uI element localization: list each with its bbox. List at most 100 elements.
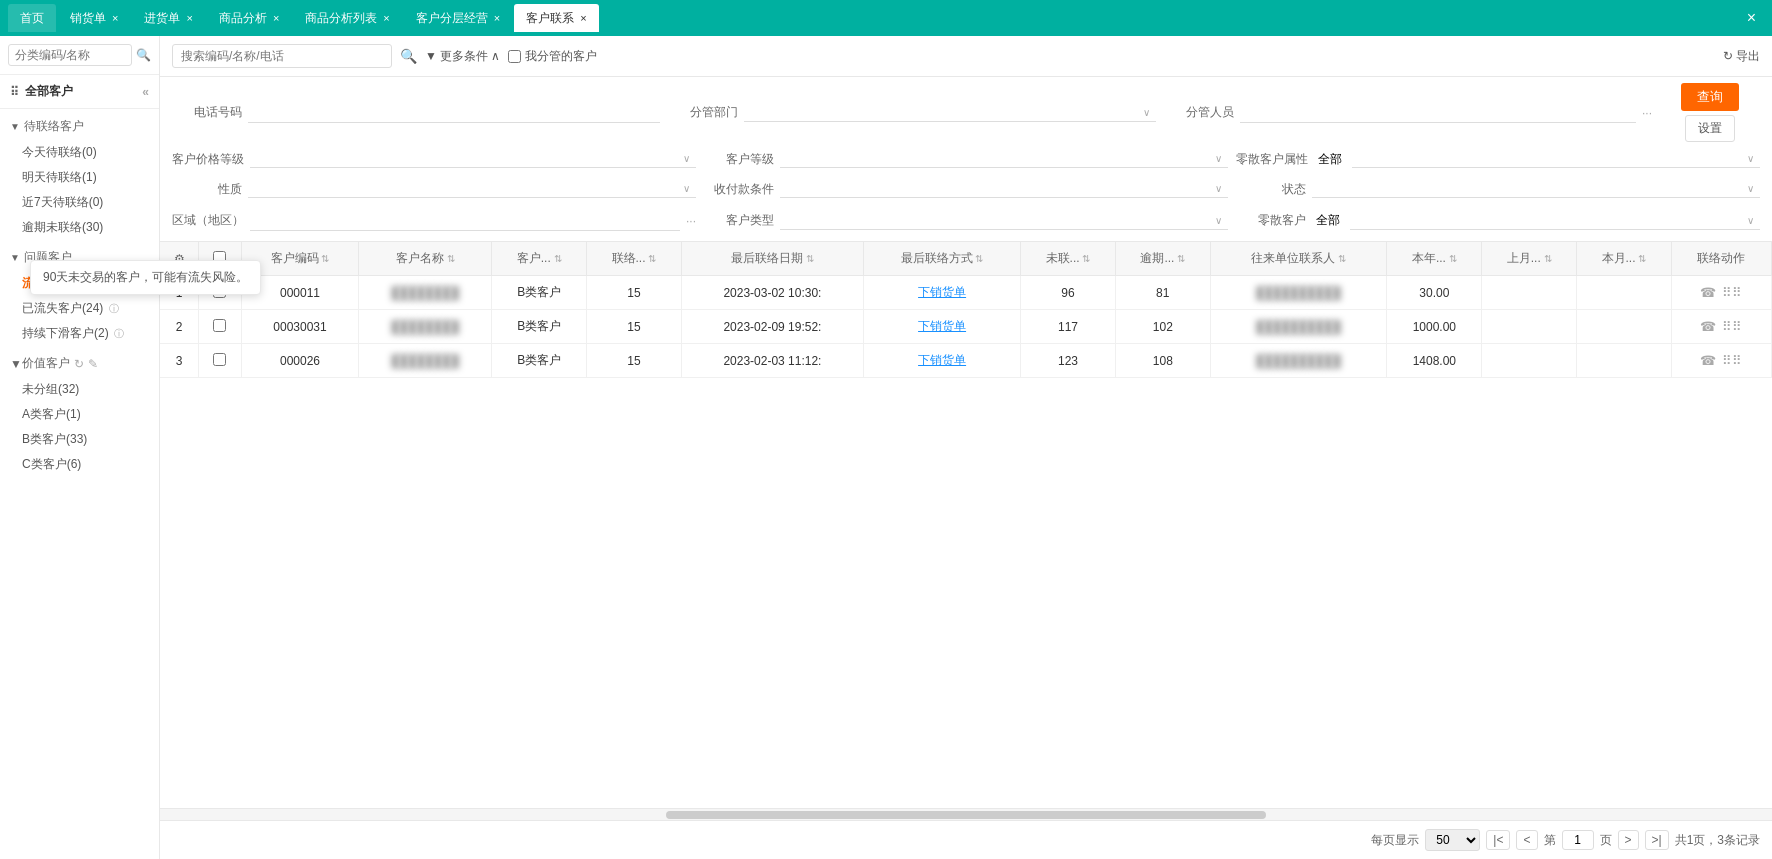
filter-retail-customer-select[interactable]: ∨: [1350, 212, 1760, 230]
first-page-button[interactable]: |<: [1486, 830, 1510, 850]
col-header-last-month[interactable]: 上月...: [1482, 242, 1577, 276]
col-header-customer-type[interactable]: 客户...: [492, 242, 587, 276]
row-checkbox[interactable]: [199, 344, 242, 378]
sidebar-search-input[interactable]: [8, 44, 132, 66]
row-contact-count: 15: [587, 310, 682, 344]
tab-sale-close[interactable]: ×: [112, 12, 118, 24]
main-layout: 🔍 ⠿ 全部客户 « ▼ 待联络客户 今天待联络(0) 明天待联络(1) 近7天…: [0, 36, 1772, 859]
export-button[interactable]: ↻ 导出: [1723, 48, 1760, 65]
page-unit: 页: [1600, 832, 1612, 849]
tab-customer-contact-close[interactable]: ×: [580, 12, 586, 24]
filter-manager-input[interactable]: [1240, 102, 1636, 123]
filter-price-level-field: 客户价格等级 ∨: [172, 146, 696, 172]
chevron-down-icon7: ∨: [1747, 183, 1754, 194]
filter-gender-label: 性质: [172, 181, 242, 198]
col-header-name[interactable]: 客户名称: [359, 242, 492, 276]
sidebar-item-tomorrow[interactable]: 明天待联络(1): [0, 165, 159, 190]
sidebar-item-ungrouped[interactable]: 未分组(32): [0, 377, 159, 402]
row-contact-person: ██████████: [1210, 310, 1387, 344]
filter-price-level-select[interactable]: ∨: [250, 150, 696, 168]
filter-customer-type-field: 客户类型 ∨: [704, 208, 1228, 234]
filter-retail-customer-label: 零散客户: [1236, 212, 1306, 229]
tab-customer-layer[interactable]: 客户分层经营 ×: [404, 4, 512, 32]
page-input[interactable]: [1562, 830, 1594, 850]
last-page-button[interactable]: >|: [1645, 830, 1669, 850]
filter-region-dots[interactable]: ···: [686, 214, 696, 228]
col-header-overdue[interactable]: 逾期...: [1115, 242, 1210, 276]
filter-manager-dots[interactable]: ···: [1642, 106, 1652, 120]
filter-retail-attr-select[interactable]: ∨: [1352, 150, 1760, 168]
filter-search-button[interactable]: 🔍: [400, 48, 417, 64]
col-header-contact-person[interactable]: 往来单位联系人: [1210, 242, 1387, 276]
tab-customer-contact[interactable]: 客户联系 ×: [514, 4, 598, 32]
sidebar-item-a-class[interactable]: A类客户(1): [0, 402, 159, 427]
edit-icon[interactable]: ✎: [88, 357, 98, 371]
col-header-days-no-contact[interactable]: 未联...: [1021, 242, 1116, 276]
horizontal-scrollbar[interactable]: [160, 808, 1772, 820]
sidebar-all-customers[interactable]: ⠿ 全部客户 «: [0, 75, 159, 109]
filter-gender-select[interactable]: ∨: [248, 180, 696, 198]
tab-purchase[interactable]: 进货单 ×: [132, 4, 204, 32]
col-header-contact-count[interactable]: 联络...: [587, 242, 682, 276]
filter-retail-customer-field: 零散客户 全部 ∨: [1236, 208, 1760, 234]
filter-customer-type-label: 客户类型: [704, 212, 774, 229]
col-header-this-year[interactable]: 本年...: [1387, 242, 1482, 276]
sidebar-item-churned[interactable]: 已流失客户(24) ⓘ: [0, 296, 159, 321]
filter-phone-input[interactable]: [248, 102, 660, 123]
filter-status-select[interactable]: ∨: [1312, 180, 1760, 198]
tab-home[interactable]: 首页: [8, 4, 56, 32]
filter-dept-select[interactable]: ∨: [744, 104, 1156, 122]
sidebar-item-b-class[interactable]: B类客户(33): [0, 427, 159, 452]
sidebar-item-overdue[interactable]: 逾期未联络(30): [0, 215, 159, 240]
group-value-title[interactable]: ▼ 价值客户 ↻ ✎: [0, 350, 159, 377]
sidebar-item-c-class[interactable]: C类客户(6): [0, 452, 159, 477]
filter-dept-field: 分管部门 ∨: [668, 100, 1156, 126]
tab-purchase-close[interactable]: ×: [186, 12, 192, 24]
sidebar-item-7days[interactable]: 近7天待联络(0): [0, 190, 159, 215]
filter-region-input[interactable]: [250, 210, 680, 231]
scroll-thumb: [666, 811, 1266, 819]
filter-retail-attr-label: 零散客户属性: [1236, 151, 1308, 168]
settings-button[interactable]: 设置: [1685, 115, 1735, 142]
row-name: ████████: [359, 276, 492, 310]
row-this-month: [1577, 344, 1672, 378]
query-button[interactable]: 查询: [1681, 83, 1739, 111]
row-days-no-contact: 123: [1021, 344, 1116, 378]
col-header-this-month[interactable]: 本月...: [1577, 242, 1672, 276]
sidebar-search-icon[interactable]: 🔍: [136, 48, 151, 62]
filter-payment-select[interactable]: ∨: [780, 180, 1228, 198]
row-name: ████████: [359, 344, 492, 378]
refresh-icon[interactable]: ↻: [74, 357, 84, 371]
tab-sale[interactable]: 销货单 ×: [58, 4, 130, 32]
tab-goods-list[interactable]: 商品分析列表 ×: [293, 4, 401, 32]
advanced-filter-panel: 电话号码 分管部门 ∨ 分管人员 ··· 查询 设置: [160, 77, 1772, 242]
sidebar-item-declining[interactable]: 持续下滑客户(2) ⓘ: [0, 321, 159, 346]
my-customers-checkbox[interactable]: [508, 50, 521, 63]
tab-goods-analysis-close[interactable]: ×: [273, 12, 279, 24]
close-all-tabs[interactable]: ×: [1739, 9, 1764, 27]
group-pending-contact-title[interactable]: ▼ 待联络客户: [0, 113, 159, 140]
filter-more-button[interactable]: ▼ 更多条件 ∧: [425, 48, 500, 65]
my-customers-checkbox-label[interactable]: 我分管的客户: [508, 48, 597, 65]
row-overdue-days: 108: [1115, 344, 1210, 378]
filter-search-input[interactable]: [172, 44, 392, 68]
prev-page-button[interactable]: <: [1516, 830, 1537, 850]
next-page-button[interactable]: >: [1618, 830, 1639, 850]
triangle-icon2: ▼: [10, 252, 20, 263]
tab-goods-analysis[interactable]: 商品分析 ×: [207, 4, 291, 32]
row-last-contact-method: 下销货单: [864, 310, 1021, 344]
tab-customer-layer-close[interactable]: ×: [494, 12, 500, 24]
col-header-last-contact-date[interactable]: 最后联络日期: [681, 242, 863, 276]
filter-payment-label: 收付款条件: [704, 181, 774, 198]
row-checkbox[interactable]: [199, 310, 242, 344]
row-last-month: [1482, 310, 1577, 344]
filter-gender-field: 性质 ∨: [172, 176, 696, 202]
filter-customer-level-select[interactable]: ∨: [780, 150, 1228, 168]
col-header-last-contact-method[interactable]: 最后联络方式: [864, 242, 1021, 276]
chevron-down-icon3: ∨: [1215, 153, 1222, 164]
per-page-select[interactable]: 50 20 100: [1425, 829, 1480, 851]
sidebar-item-today[interactable]: 今天待联络(0): [0, 140, 159, 165]
tab-goods-list-close[interactable]: ×: [383, 12, 389, 24]
filter-customer-type-select[interactable]: ∨: [780, 212, 1228, 230]
export-icon: ↻: [1723, 49, 1733, 63]
